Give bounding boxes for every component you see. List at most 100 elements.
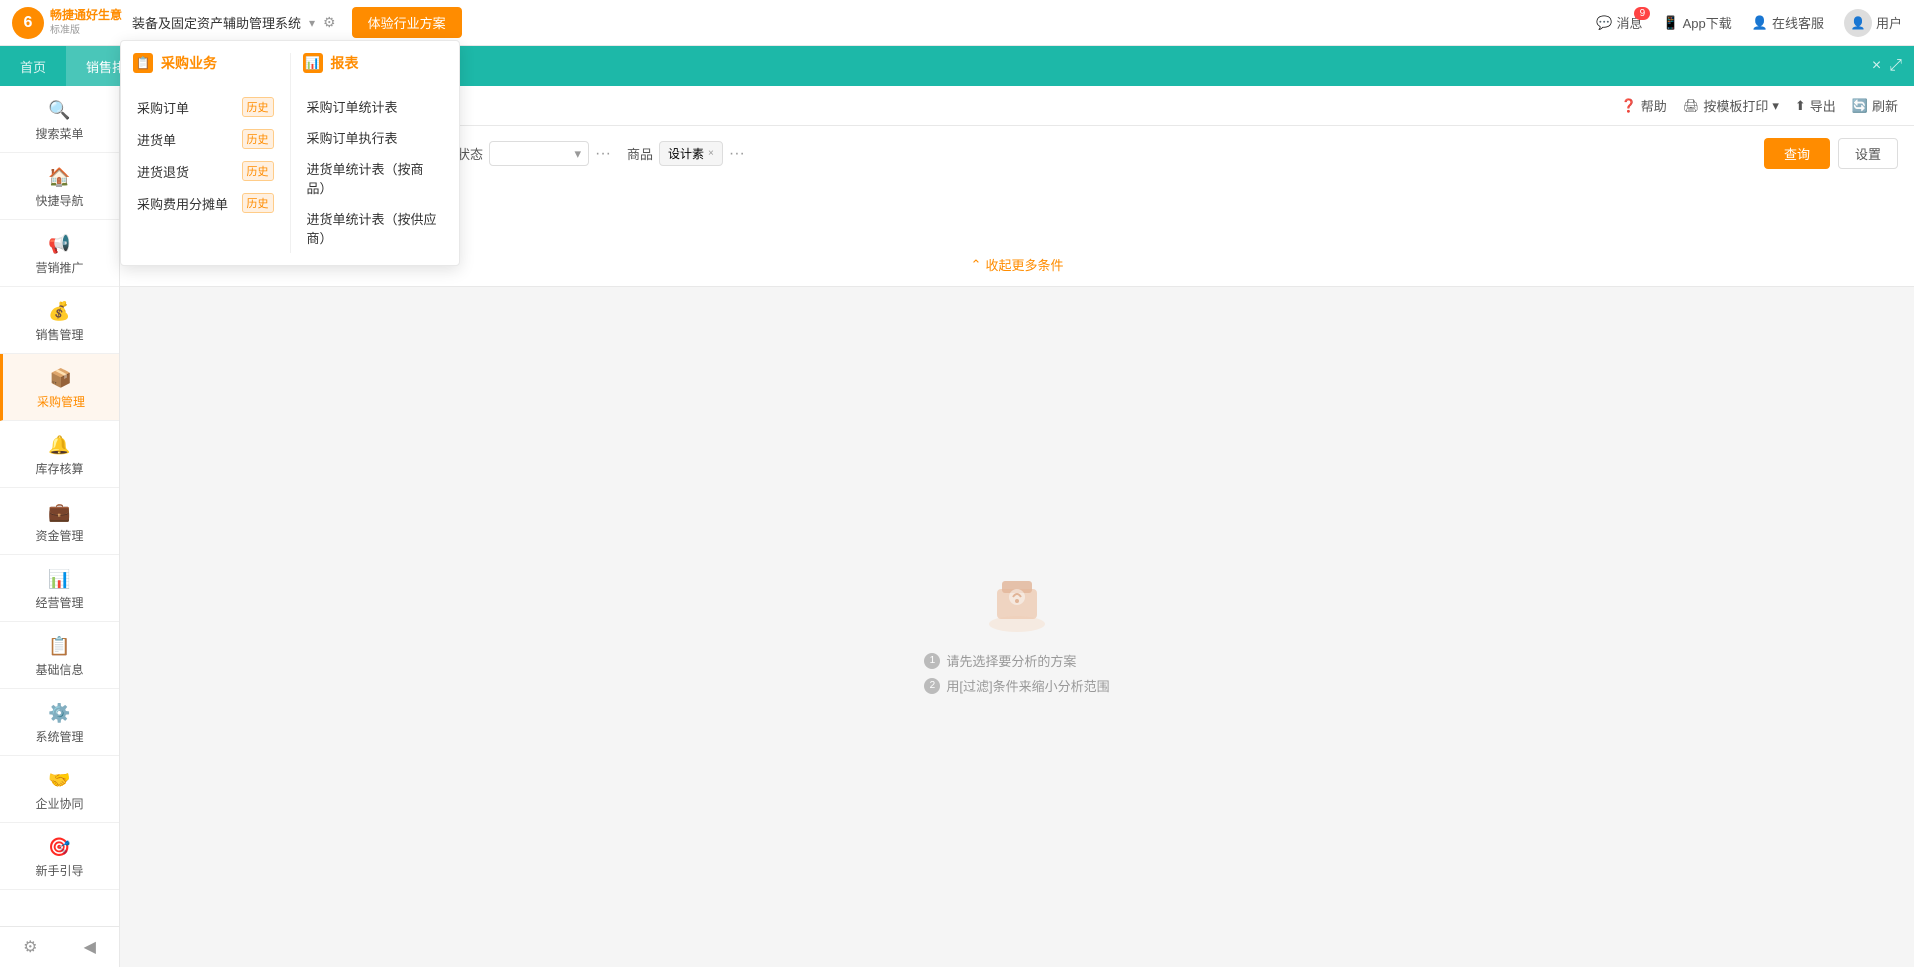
- title-dropdown-arrow[interactable]: ▾: [309, 16, 315, 30]
- header-right: 💬 消息 9 📱 App下载 👤 在线客服 👤 用户: [1596, 9, 1902, 37]
- purchase-stats-label: 采购订单统计表: [307, 97, 398, 116]
- return-label: 进货退货: [137, 162, 189, 181]
- report-header-icon: 📊: [303, 53, 323, 73]
- voucher-status-ellipsis[interactable]: ···: [595, 145, 611, 163]
- inventory-icon: 🔔: [48, 435, 70, 456]
- base-icon: 📋: [48, 636, 70, 657]
- report-header: 📊 报表: [303, 53, 448, 81]
- tab-expand-icon[interactable]: ⤢: [1889, 57, 1902, 75]
- tab-home-label: 首页: [20, 57, 46, 76]
- sidebar-item-sales[interactable]: 💰 销售管理: [0, 287, 119, 354]
- report-header-label: 报表: [331, 53, 359, 73]
- message-icon: 💬: [1596, 15, 1612, 31]
- history-badge-1: 历史: [242, 129, 274, 149]
- export-item[interactable]: ⬆ 导出: [1795, 96, 1836, 115]
- sidebar-item-system[interactable]: ⚙️ 系统管理: [0, 689, 119, 756]
- enterprise-icon: 🤝: [48, 770, 70, 791]
- incoming-stats-supplier-label: 进货单统计表（按供应商）: [307, 209, 444, 247]
- help-item[interactable]: ❓ 帮助: [1621, 96, 1667, 115]
- tab-close-all-icon[interactable]: ×: [1872, 57, 1881, 75]
- goods-tag-close[interactable]: ×: [708, 148, 714, 159]
- collapse-button[interactable]: ⌃ 收起更多条件: [971, 255, 1064, 274]
- sidebar-settings-icon[interactable]: ⚙: [23, 937, 37, 957]
- sidebar-item-finance-label: 资金管理: [35, 527, 83, 544]
- sidebar-item-enterprise[interactable]: 🤝 企业协同: [0, 756, 119, 823]
- dropdown-item-cost-alloc[interactable]: 采购费用分摊单 历史: [133, 187, 278, 219]
- dropdown-item-purchase-order[interactable]: 采购订单 历史: [133, 91, 278, 123]
- empty-illustration: [977, 559, 1057, 639]
- sidebar-item-marketing[interactable]: 📢 营销推广: [0, 220, 119, 287]
- dropdown-item-purchase-stats[interactable]: 采购订单统计表: [303, 91, 448, 122]
- user-item[interactable]: 👤 用户: [1844, 9, 1902, 37]
- report-column: 📊 报表 采购订单统计表 采购订单执行表 进货单统计表（按商品） 进货单统计表（…: [290, 53, 460, 253]
- sidebar-collapse-icon[interactable]: ◀: [84, 937, 96, 957]
- goods-filter-item: 商品 设计素 × ···: [627, 141, 745, 166]
- help-label: 帮助: [1641, 96, 1667, 115]
- collapse-arrow-icon: ⌃: [971, 257, 982, 273]
- app-download-item[interactable]: 📱 App下载: [1662, 13, 1731, 32]
- finance-icon: 💼: [48, 502, 70, 523]
- settings-gear-icon[interactable]: ⚙: [323, 14, 336, 31]
- print-dropdown-arrow[interactable]: ▾: [1772, 98, 1779, 114]
- setting-button[interactable]: 设置: [1838, 138, 1898, 169]
- tip-dot-1: 1: [924, 653, 940, 669]
- app-download-label: App下载: [1683, 13, 1732, 32]
- sidebar-item-quicknav[interactable]: 🏠 快捷导航: [0, 153, 119, 220]
- sidebar-item-inventory-label: 库存核算: [35, 460, 83, 477]
- tip-dot-2: 2: [924, 678, 940, 694]
- sidebar-item-operations[interactable]: 📊 经营管理: [0, 555, 119, 622]
- print-icon: 🖨: [1683, 98, 1700, 114]
- tab-home[interactable]: 首页: [0, 46, 66, 86]
- refresh-item[interactable]: 🔄 刷新: [1852, 96, 1898, 115]
- history-badge-0: 历史: [242, 97, 274, 117]
- dropdown-item-purchase-exec[interactable]: 采购订单执行表: [303, 122, 448, 153]
- sidebar-item-base[interactable]: 📋 基础信息: [0, 622, 119, 689]
- sidebar-item-search-label: 搜索菜单: [35, 125, 83, 142]
- dropdown-item-incoming[interactable]: 进货单 历史: [133, 123, 278, 155]
- online-service-label: 在线客服: [1772, 13, 1824, 32]
- operations-icon: 📊: [48, 569, 70, 590]
- incoming-label: 进货单: [137, 130, 176, 149]
- query-button[interactable]: 查询: [1764, 138, 1830, 169]
- cost-alloc-label: 采购费用分摊单: [137, 194, 228, 213]
- voucher-status-select[interactable]: [489, 141, 589, 166]
- nav-tabs-right: × ⤢: [1872, 57, 1914, 75]
- dropdown-item-incoming-stats-goods[interactable]: 进货单统计表（按商品）: [303, 153, 448, 203]
- goods-label: 商品: [627, 144, 653, 163]
- goods-tag: 设计素 ×: [659, 141, 723, 166]
- newbie-icon: 🎯: [48, 837, 70, 858]
- goods-ellipsis[interactable]: ···: [729, 145, 745, 163]
- voucher-status-select-wrap: [489, 141, 589, 166]
- sales-icon: 💰: [48, 301, 70, 322]
- home-icon: 🏠: [48, 167, 70, 188]
- dropdown-item-return[interactable]: 进货退货 历史: [133, 155, 278, 187]
- logo-area: 6 畅捷通好生意 标准版: [12, 7, 132, 39]
- refresh-icon: 🔄: [1852, 98, 1868, 114]
- export-label: 导出: [1810, 96, 1836, 115]
- dropdown-item-incoming-stats-supplier[interactable]: 进货单统计表（按供应商）: [303, 203, 448, 253]
- sidebar-item-search[interactable]: 🔍 搜索菜单: [0, 86, 119, 153]
- template-print-item[interactable]: 🖨 按模板打印 ▾: [1683, 96, 1779, 115]
- sidebar-item-procurement[interactable]: 📦 采购管理: [0, 354, 119, 421]
- online-service-item[interactable]: 👤 在线客服: [1752, 13, 1824, 32]
- industry-btn[interactable]: 体验行业方案: [352, 7, 462, 38]
- message-item[interactable]: 💬 消息 9: [1596, 13, 1642, 32]
- purchase-column: 📋 采购业务 采购订单 历史 进货单 历史 进货退货 历史 采购费用分摊单 历史: [121, 53, 290, 253]
- main-layout: 🔍 搜索菜单 🏠 快捷导航 📢 营销推广 💰 销售管理 📦 采购管理 🔔 库存核…: [0, 86, 1914, 967]
- sidebar-item-system-label: 系统管理: [35, 728, 83, 745]
- logo-icon: 6: [12, 7, 44, 39]
- sidebar-item-finance[interactable]: 💼 资金管理: [0, 488, 119, 555]
- procurement-icon: 📦: [50, 368, 72, 389]
- marketing-icon: 📢: [48, 234, 70, 255]
- empty-tip-2: 2 用[过滤]条件来缩小分析范围: [924, 676, 1109, 695]
- sidebar-item-inventory[interactable]: 🔔 库存核算: [0, 421, 119, 488]
- purchase-header-label: 采购业务: [161, 53, 217, 73]
- sidebar: 🔍 搜索菜单 🏠 快捷导航 📢 营销推广 💰 销售管理 📦 采购管理 🔔 库存核…: [0, 86, 120, 967]
- history-badge-3: 历史: [242, 193, 274, 213]
- refresh-label: 刷新: [1872, 96, 1898, 115]
- message-badge: 9: [1634, 7, 1650, 20]
- purchase-exec-label: 采购订单执行表: [307, 128, 398, 147]
- empty-state: 1 请先选择要分析的方案 2 用[过滤]条件来缩小分析范围: [120, 287, 1914, 967]
- sidebar-item-newbie[interactable]: 🎯 新手引导: [0, 823, 119, 890]
- search-icon: 🔍: [48, 100, 70, 121]
